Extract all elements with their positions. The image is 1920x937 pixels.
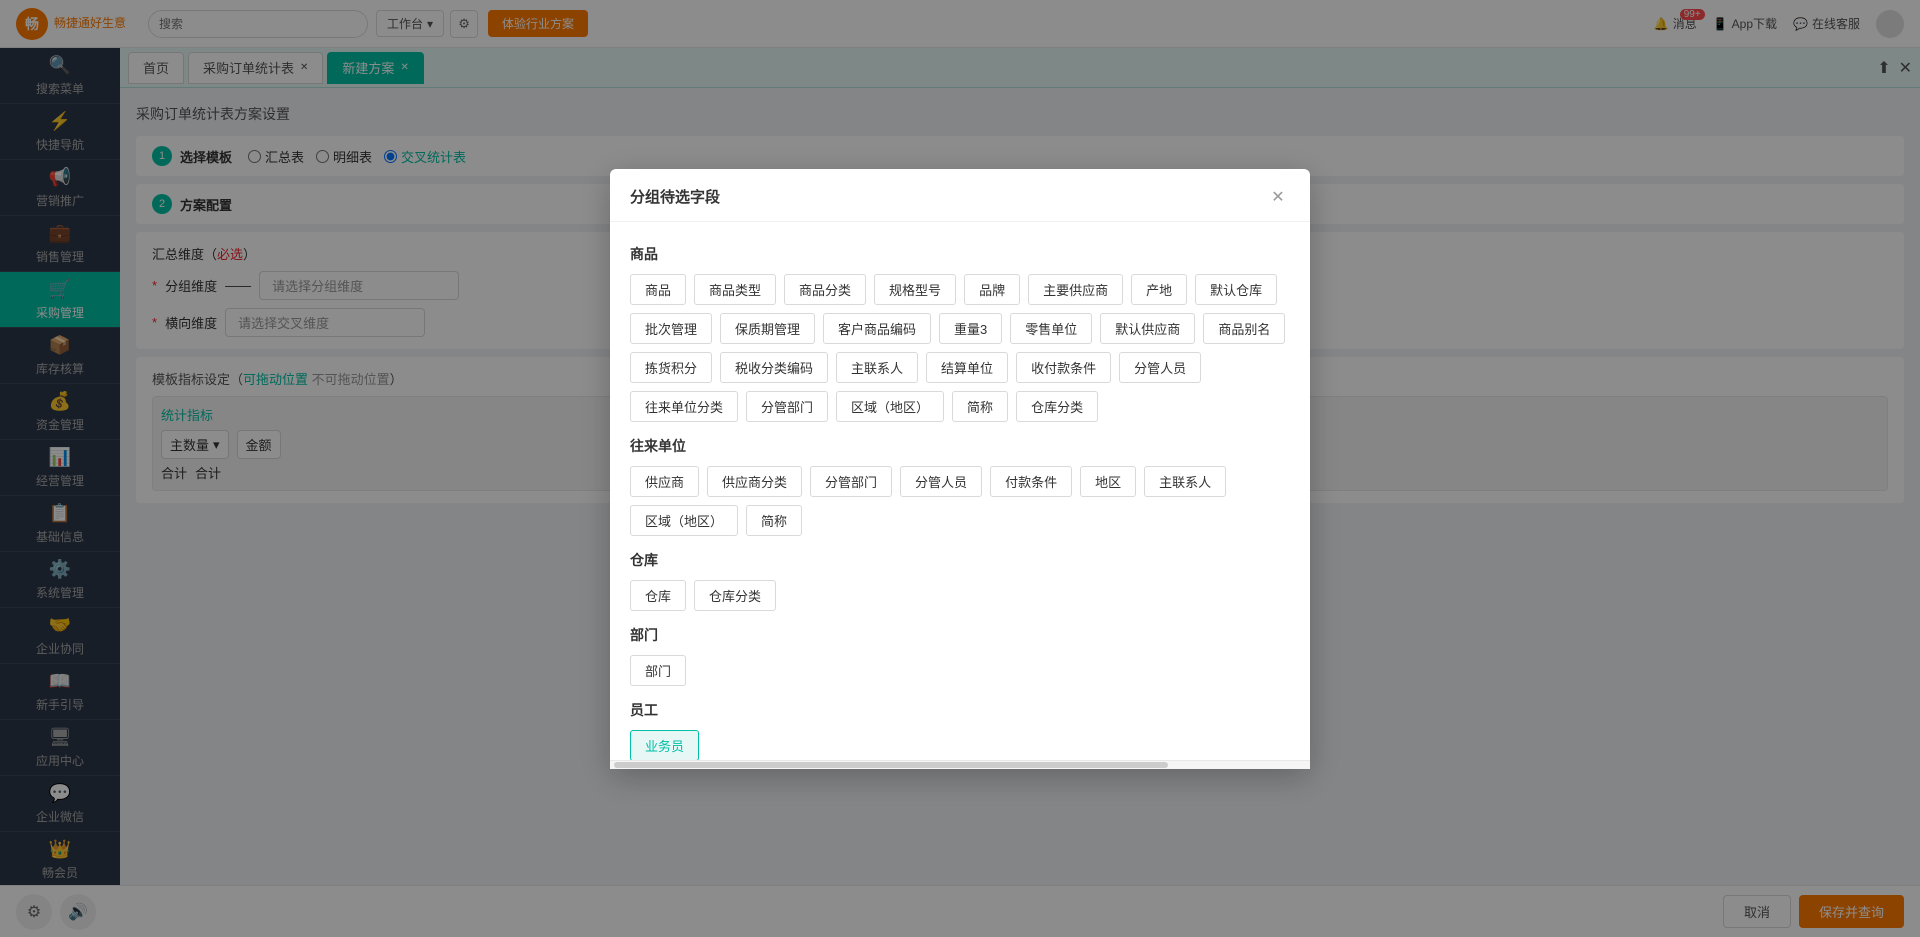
field-tag[interactable]: 默认供应商 (1100, 313, 1195, 344)
field-tag[interactable]: 批次管理 (630, 313, 712, 344)
modal-title: 分组待选字段 (630, 186, 720, 207)
field-tag[interactable]: 供应商 (630, 466, 699, 497)
field-tags-warehouse: 仓库 仓库分类 (630, 580, 1290, 611)
field-tag[interactable]: 往来单位分类 (630, 391, 738, 422)
field-tag[interactable]: 仓库分类 (1016, 391, 1098, 422)
modal-overlay: 分组待选字段 ✕ 商品 商品 商品类型 商品分类 规格型号 品牌 主要供应商 产… (0, 0, 1920, 937)
field-tag[interactable]: 税收分类编码 (720, 352, 828, 383)
field-tag[interactable]: 付款条件 (990, 466, 1072, 497)
modal-hscroll (610, 760, 1310, 768)
field-tag[interactable]: 分管人员 (900, 466, 982, 497)
field-tag[interactable]: 分管部门 (810, 466, 892, 497)
field-tag[interactable]: 规格型号 (874, 274, 956, 305)
modal-dialog: 分组待选字段 ✕ 商品 商品 商品类型 商品分类 规格型号 品牌 主要供应商 产… (610, 169, 1310, 769)
field-tag[interactable]: 结算单位 (926, 352, 1008, 383)
modal-header: 分组待选字段 ✕ (610, 169, 1310, 222)
field-tags-dept: 部门 (630, 655, 1290, 686)
modal-close-btn[interactable]: ✕ (1266, 185, 1290, 209)
group-title-goods: 商品 (630, 244, 1290, 264)
field-tag[interactable]: 主联系人 (1144, 466, 1226, 497)
field-tag[interactable]: 简称 (952, 391, 1008, 422)
field-tag[interactable]: 默认仓库 (1195, 274, 1277, 305)
group-title-staff: 员工 (630, 700, 1290, 720)
group-title-partner: 往来单位 (630, 436, 1290, 456)
field-tag[interactable]: 重量3 (939, 313, 1002, 344)
group-title-dept: 部门 (630, 625, 1290, 645)
field-tag[interactable]: 产地 (1131, 274, 1187, 305)
field-tag[interactable]: 商品类型 (694, 274, 776, 305)
field-tag[interactable]: 品牌 (964, 274, 1020, 305)
field-tag[interactable]: 保质期管理 (720, 313, 815, 344)
field-tag[interactable]: 主联系人 (836, 352, 918, 383)
field-tag[interactable]: 区域（地区） (630, 505, 738, 536)
field-tags-goods: 商品 商品类型 商品分类 规格型号 品牌 主要供应商 产地 默认仓库 批次管理 … (630, 274, 1290, 422)
field-tag[interactable]: 客户商品编码 (823, 313, 931, 344)
modal-body: 商品 商品 商品类型 商品分类 规格型号 品牌 主要供应商 产地 默认仓库 批次… (610, 222, 1310, 761)
field-tag[interactable]: 区域（地区） (836, 391, 944, 422)
field-tag[interactable]: 简称 (746, 505, 802, 536)
field-tag-staff-salesperson[interactable]: 业务员 (630, 730, 699, 761)
field-tag[interactable]: 商品别名 (1203, 313, 1285, 344)
field-tag[interactable]: 仓库 (630, 580, 686, 611)
field-tags-staff: 业务员 (630, 730, 1290, 761)
field-tag[interactable]: 分管人员 (1119, 352, 1201, 383)
hscroll-thumb[interactable] (614, 762, 1168, 768)
field-tag[interactable]: 仓库分类 (694, 580, 776, 611)
field-tag[interactable]: 商品 (630, 274, 686, 305)
field-tag[interactable]: 零售单位 (1010, 313, 1092, 344)
group-title-warehouse: 仓库 (630, 550, 1290, 570)
field-tag[interactable]: 地区 (1080, 466, 1136, 497)
field-tag[interactable]: 主要供应商 (1028, 274, 1123, 305)
field-tag[interactable]: 拣货积分 (630, 352, 712, 383)
field-tag[interactable]: 收付款条件 (1016, 352, 1111, 383)
field-tag[interactable]: 商品分类 (784, 274, 866, 305)
field-tag[interactable]: 分管部门 (746, 391, 828, 422)
field-tag[interactable]: 部门 (630, 655, 686, 686)
field-tags-partner: 供应商 供应商分类 分管部门 分管人员 付款条件 地区 主联系人 区域（地区） … (630, 466, 1290, 536)
field-tag[interactable]: 供应商分类 (707, 466, 802, 497)
